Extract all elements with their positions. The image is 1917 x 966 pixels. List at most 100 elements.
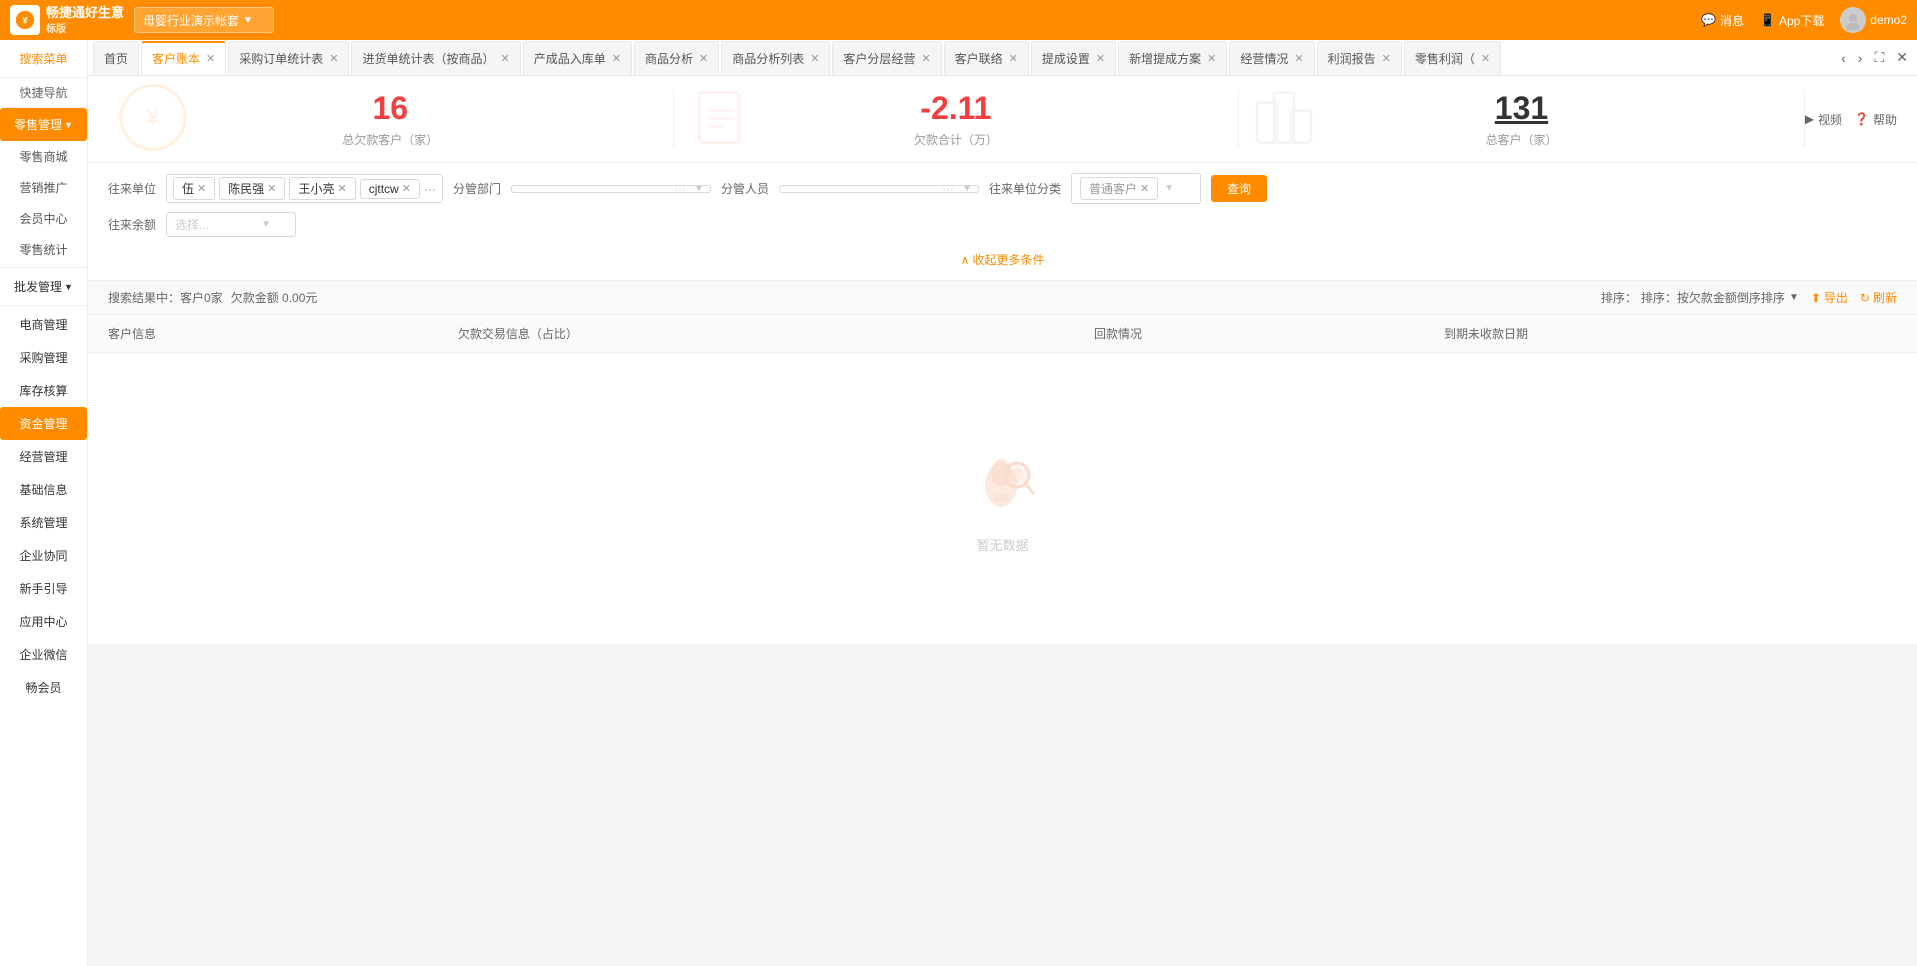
stat-total-customers: 131 总客户（家） <box>1239 90 1805 148</box>
sidebar-item-retail[interactable]: 零售管理 ▼ <box>0 108 87 141</box>
tab-operation[interactable]: 经营情况 ✕ <box>1229 41 1314 75</box>
account-selector[interactable]: 母婴行业演示帐套 ▼ <box>134 7 274 33</box>
tab-stock-stats[interactable]: 进货单统计表（按商品） ✕ <box>351 41 520 75</box>
table-header-row: 客户信息 欠款交易信息（占比） 回款情况 到期未收款日期 <box>88 315 1917 353</box>
dept-clear-icon[interactable]: ··· <box>674 182 686 196</box>
remove-tag-chen[interactable]: ✕ <box>267 182 276 195</box>
sidebar-item-enterprise-label: 企业协同 <box>19 547 67 564</box>
col-payment: 回款情况 <box>1074 315 1424 353</box>
tab-product-analysis[interactable]: 商品分析 ✕ <box>634 41 719 75</box>
stat-debt-value: -2.11 <box>920 90 991 127</box>
tab-customer-book-close[interactable]: ✕ <box>206 52 215 65</box>
filter-row-2: 往来余额 选择... ▼ <box>108 212 1897 237</box>
sidebar-item-inventory[interactable]: 库存核算 <box>0 374 87 407</box>
tab-raise-settings-label: 提成设置 <box>1042 50 1090 67</box>
sidebar-item-entwecat-label: 企业微信 <box>19 646 67 663</box>
tab-stock-stats-close[interactable]: ✕ <box>501 52 510 65</box>
tab-retail-profit[interactable]: 零售利润（ ✕ <box>1404 41 1501 75</box>
sidebar-item-purchase[interactable]: 采购管理 <box>0 341 87 374</box>
sidebar-item-operation-mgmt[interactable]: 经营管理 <box>0 440 87 473</box>
sidebar-item-vipmember-label: 畅会员 <box>25 679 61 696</box>
message-btn[interactable]: 💬 消息 <box>1701 12 1744 29</box>
tab-product-instock[interactable]: 产成品入库单 ✕ <box>523 41 632 75</box>
tab-purchase-order-close[interactable]: ✕ <box>329 52 338 65</box>
video-help-btn[interactable]: ▶ 视频 <box>1805 111 1842 128</box>
tab-customer-contact-close[interactable]: ✕ <box>1009 52 1018 65</box>
collapse-arrow-icon: ∧ <box>961 253 970 267</box>
sidebar-item-member[interactable]: 会员中心 <box>0 203 87 234</box>
remove-tag-wang[interactable]: ✕ <box>338 182 347 195</box>
person-select[interactable]: ··· ▼ <box>779 185 979 193</box>
tab-profit-report[interactable]: 利润报告 ✕ <box>1317 41 1402 75</box>
tab-scroll-left[interactable]: ‹ <box>1837 48 1850 68</box>
help-btn[interactable]: ❓ 帮助 <box>1854 111 1897 128</box>
sidebar-item-enterprise-wechat[interactable]: 企业微信 <box>0 638 87 671</box>
sidebar-item-basic-info[interactable]: 基础信息 <box>0 473 87 506</box>
tab-customer-contact[interactable]: 客户联络 ✕ <box>944 41 1029 75</box>
app-download-btn[interactable]: 📱 App下载 <box>1760 12 1824 29</box>
account-selector-label: 母婴行业演示帐套 <box>143 12 239 29</box>
tab-expand[interactable]: ⛶ <box>1870 47 1888 68</box>
sidebar-item-enterprise[interactable]: 企业协同 <box>0 539 87 572</box>
tab-customer-layer[interactable]: 客户分层经营 ✕ <box>832 41 941 75</box>
chevron-icon: ▼ <box>64 120 73 130</box>
tab-retail-profit-close[interactable]: ✕ <box>1481 52 1490 65</box>
collapse-btn[interactable]: ∧ 收起更多条件 <box>108 245 1897 270</box>
chevron-icon2: ▼ <box>64 282 73 292</box>
tab-close-all[interactable]: ✕ <box>1892 47 1912 68</box>
tab-product-instock-close[interactable]: ✕ <box>612 52 621 65</box>
sidebar-item-app-center[interactable]: 应用中心 <box>0 605 87 638</box>
tab-purchase-order[interactable]: 采购订单统计表 ✕ <box>228 41 349 75</box>
balance-select[interactable]: 选择... ▼ <box>166 212 296 237</box>
refresh-btn[interactable]: ↻ 刷新 <box>1860 289 1897 306</box>
remove-unit-type[interactable]: ✕ <box>1140 182 1149 195</box>
sort-value: 排序：按欠款金额倒序排序 <box>1641 289 1785 306</box>
tab-product-analysis-list[interactable]: 商品分析列表 ✕ <box>721 41 830 75</box>
sidebar-item-system[interactable]: 系统管理 <box>0 506 87 539</box>
dept-select[interactable]: ··· ▼ <box>511 185 711 193</box>
sidebar-quick-nav[interactable]: 快捷导航 <box>0 78 87 108</box>
tab-product-analysis-close[interactable]: ✕ <box>699 52 708 65</box>
col-customer-info: 客户信息 <box>88 315 438 353</box>
sidebar-item-ecommerce-label: 电商管理 <box>19 316 67 333</box>
sidebar-item-retail-stats[interactable]: 零售统计 <box>0 234 87 265</box>
app-subtitle: 标版 <box>46 20 124 35</box>
tab-operation-close[interactable]: ✕ <box>1294 52 1303 65</box>
export-icon: ⬆ <box>1811 291 1821 305</box>
sidebar-item-retail-mall[interactable]: 零售商城 <box>0 141 87 172</box>
results-summary: 搜索结果中：客户0家 <box>108 289 223 306</box>
unit-tag-input[interactable]: 伍 ✕ 陈民强 ✕ 王小亮 ✕ <box>166 174 443 203</box>
tab-home[interactable]: 首页 <box>93 41 139 75</box>
tab-scroll-right[interactable]: › <box>1854 48 1867 68</box>
tab-raise-settings[interactable]: 提成设置 ✕ <box>1031 41 1116 75</box>
tab-profit-report-close[interactable]: ✕ <box>1382 52 1391 65</box>
remove-tag-cjttcw[interactable]: ✕ <box>402 182 411 195</box>
remove-tag-wu[interactable]: ✕ <box>197 182 206 195</box>
stat-total-debt: -2.11 欠款合计（万） <box>674 90 1240 148</box>
tab-customer-book[interactable]: 客户账本 ✕ <box>141 41 226 75</box>
user-area[interactable]: demo2 <box>1840 7 1907 33</box>
sidebar-item-new-guide[interactable]: 新手引导 <box>0 572 87 605</box>
export-btn[interactable]: ⬆ 导出 <box>1811 289 1848 306</box>
tab-new-plan-close[interactable]: ✕ <box>1207 52 1216 65</box>
person-clear-icon[interactable]: ··· <box>942 182 954 196</box>
sort-select[interactable]: 排序： 排序：按欠款金额倒序排序 ▼ <box>1601 289 1799 306</box>
play-icon: ▶ <box>1805 112 1814 126</box>
tab-product-analysis-list-close[interactable]: ✕ <box>810 52 819 65</box>
sidebar-item-finance[interactable]: 资金管理 <box>0 407 87 440</box>
sidebar-search[interactable]: 搜索菜单 <box>0 40 87 78</box>
sidebar-item-ecommerce[interactable]: 电商管理 <box>0 308 87 341</box>
tab-raise-settings-close[interactable]: ✕ <box>1096 52 1105 65</box>
unit-type-select[interactable]: 普通客户 ✕ ▼ <box>1071 173 1201 204</box>
filter-tag-cjttcw: cjttcw ✕ <box>360 179 420 199</box>
sidebar-item-wholesale[interactable]: 批发管理 ▼ <box>0 270 87 303</box>
query-button[interactable]: 查询 <box>1211 175 1267 202</box>
sidebar-item-inventory-label: 库存核算 <box>19 382 67 399</box>
tab-new-plan[interactable]: 新增提成方案 ✕ <box>1118 41 1227 75</box>
sidebar-item-vip-member[interactable]: 畅会员 <box>0 671 87 704</box>
tab-bar: 首页 客户账本 ✕ 采购订单统计表 ✕ 进货单统计表（按商品） ✕ 产成品入库单… <box>88 40 1917 76</box>
tab-customer-layer-close[interactable]: ✕ <box>921 52 930 65</box>
col-due-date: 到期未收款日期 <box>1424 315 1917 353</box>
filter-more-btn[interactable]: ··· <box>424 182 436 196</box>
sidebar-item-marketing[interactable]: 营销推广 <box>0 172 87 203</box>
